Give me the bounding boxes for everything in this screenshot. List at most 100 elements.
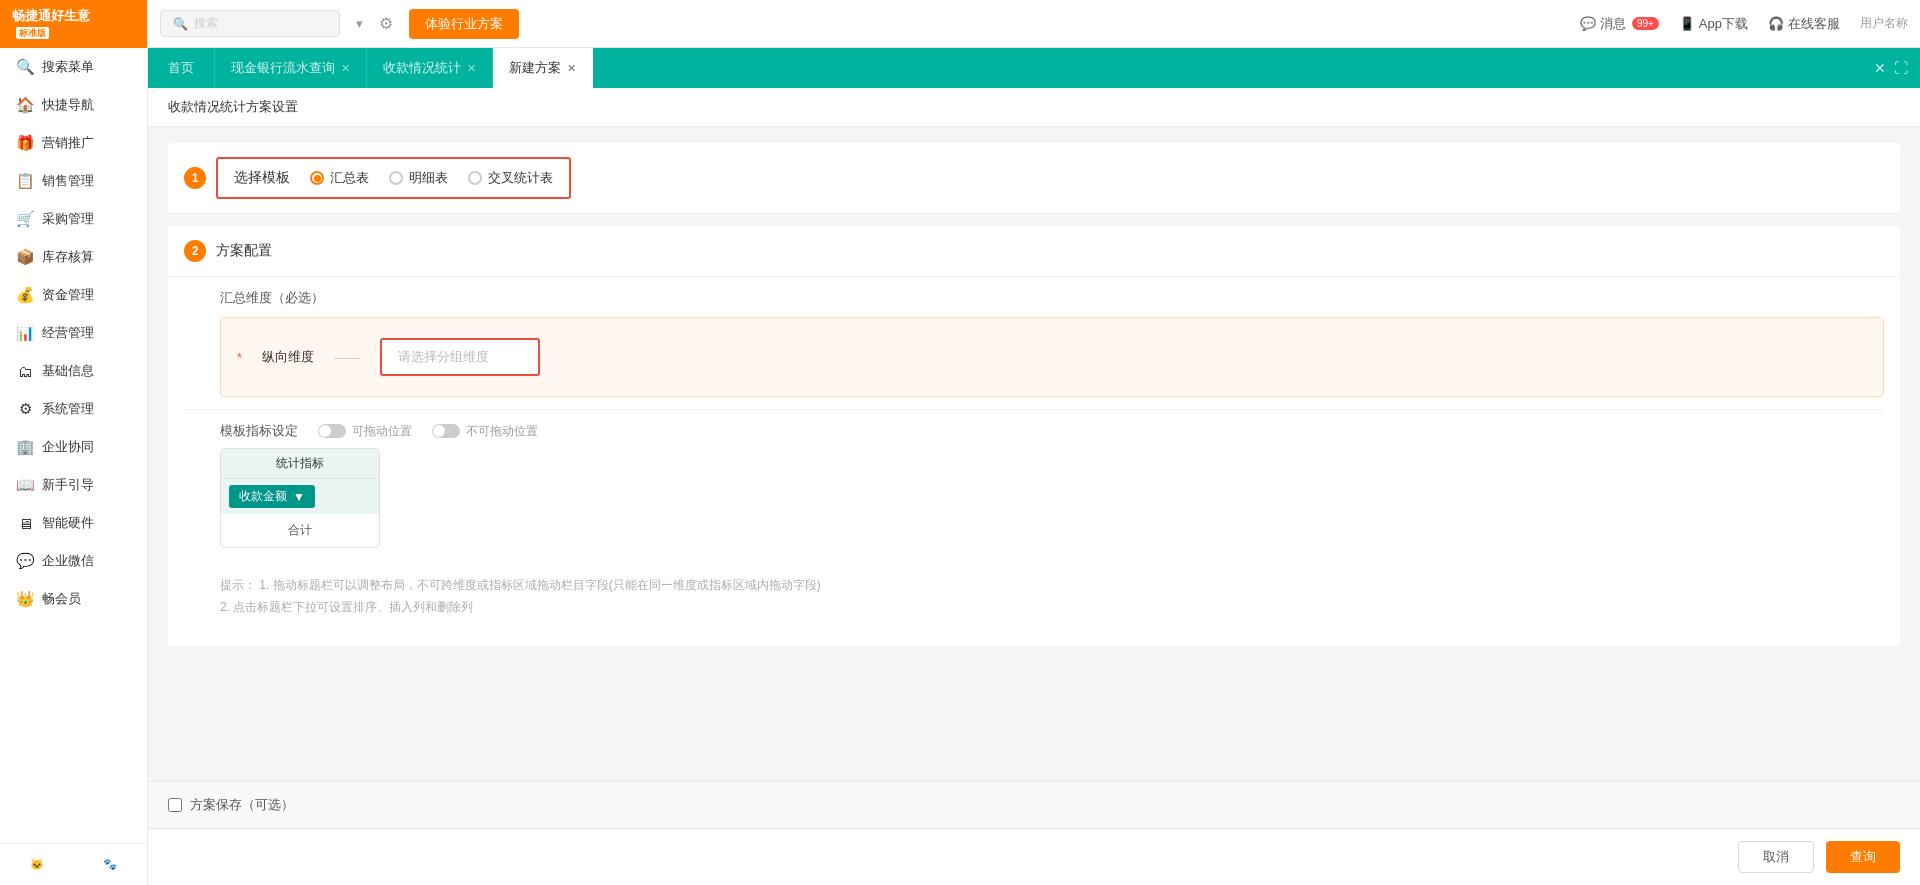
tab-new-plan-close[interactable]: ✕ [567, 62, 576, 75]
dimension-required-mark: * [237, 350, 242, 365]
logo-text: 畅捷通好生意 [12, 8, 90, 24]
tab-bank-flow[interactable]: 现金银行流水查询 ✕ [215, 48, 367, 88]
tab-collection-stats-label: 收款情况统计 [383, 59, 461, 77]
dimension-area: 汇总维度（必选） * 纵向维度 请选择分组维度 [168, 277, 1900, 409]
step1-header: 1 选择模板 汇总表 明细表 [168, 143, 1900, 214]
toggle2[interactable] [432, 424, 460, 438]
sidebar-item-purchase[interactable]: 🛒 采购管理 [0, 200, 147, 238]
tab-bar: 首页 现金银行流水查询 ✕ 收款情况统计 ✕ 新建方案 ✕ ✕ ⛶ [148, 48, 1920, 88]
toggle1-text: 可拖动位置 [352, 423, 412, 440]
stats-tag[interactable]: 收款金额 ▼ [229, 485, 315, 508]
user-label: 用户名称 [1860, 15, 1908, 32]
enterprise-icon: 🏢 [16, 438, 34, 456]
step1-title: 选择模板 [234, 169, 290, 187]
cancel-button[interactable]: 取消 [1738, 841, 1814, 873]
sidebar-item-system[interactable]: ⚙ 系统管理 [0, 390, 147, 428]
service-item[interactable]: 🎧 在线客服 [1768, 15, 1840, 33]
marketing-icon: 🎁 [16, 134, 34, 152]
radio-cross-label: 交叉统计表 [488, 169, 553, 187]
sidebar-item-label: 资金管理 [42, 286, 94, 304]
quick-nav-icon: 🏠 [16, 96, 34, 114]
radio-summary[interactable]: 汇总表 [310, 169, 369, 187]
finance-icon: 💰 [16, 286, 34, 304]
sidebar-item-sales[interactable]: 📋 销售管理 [0, 162, 147, 200]
msg-item[interactable]: 💬 消息 99+ [1580, 15, 1659, 33]
app-download-item[interactable]: 📱 App下载 [1679, 15, 1748, 33]
topbar-arrow[interactable]: ▾ [356, 16, 363, 31]
sidebar-item-quick-nav[interactable]: 🏠 快捷导航 [0, 86, 147, 124]
tab-new-plan[interactable]: 新建方案 ✕ [493, 48, 593, 88]
sidebar-item-label: 销售管理 [42, 172, 94, 190]
sidebar-item-label: 经营管理 [42, 324, 94, 342]
sidebar-item-finance[interactable]: 💰 资金管理 [0, 276, 147, 314]
sidebar-item-operation[interactable]: 📊 经营管理 [0, 314, 147, 352]
sidebar-logo: 畅捷通好生意 标准版 [0, 0, 147, 48]
app-icon: 📱 [1679, 16, 1695, 31]
save-checkbox[interactable] [168, 798, 182, 812]
sidebar-bottom: 🐱 🐾 [0, 843, 147, 885]
step2-num: 2 [184, 240, 206, 262]
sidebar-item-label: 企业微信 [42, 552, 94, 570]
tab-collection-stats-close[interactable]: ✕ [467, 62, 476, 75]
tab-window-btns: ✕ ⛶ [1862, 60, 1920, 76]
radio-cross[interactable]: 交叉统计表 [468, 169, 553, 187]
toggle2-label: 不可拖动位置 [432, 423, 538, 440]
sidebar-item-label: 搜索菜单 [42, 58, 94, 76]
sidebar-item-search-menu[interactable]: 🔍 搜索菜单 [0, 48, 147, 86]
sidebar: 畅捷通好生意 标准版 🔍 搜索菜单 🏠 快捷导航 🎁 营销推广 📋 销售管理 🛒… [0, 0, 148, 885]
sidebar-item-label: 新手引导 [42, 476, 94, 494]
close-window-btn[interactable]: ✕ [1874, 60, 1886, 76]
sidebar-item-inventory[interactable]: 📦 库存核算 [0, 238, 147, 276]
sidebar-item-label: 库存核算 [42, 248, 94, 266]
page-footer: 方案保存（可选） [148, 781, 1920, 828]
sidebar-item-label: 系统管理 [42, 400, 94, 418]
msg-icon: 💬 [1580, 16, 1596, 31]
dimension-input[interactable]: 请选择分组维度 [380, 338, 540, 376]
toggle1[interactable] [318, 424, 346, 438]
dimension-selector: * 纵向维度 请选择分组维度 [220, 317, 1884, 397]
query-button[interactable]: 查询 [1826, 841, 1900, 873]
radio-summary-label: 汇总表 [330, 169, 369, 187]
sidebar-item-guide[interactable]: 📖 新手引导 [0, 466, 147, 504]
sidebar-item-label: 企业协同 [42, 438, 94, 456]
page-header: 收款情况统计方案设置 [148, 88, 1920, 127]
tab-home[interactable]: 首页 [148, 48, 215, 88]
tab-bank-flow-close[interactable]: ✕ [341, 62, 350, 75]
stats-header: 统计指标 [221, 449, 379, 479]
sidebar-bottom-item1[interactable]: 🐱 [0, 852, 74, 877]
sidebar-item-label: 畅会员 [42, 590, 81, 608]
template-options-box: 选择模板 汇总表 明细表 交叉统计表 [216, 157, 571, 199]
logo-badge: 标准版 [16, 27, 49, 39]
sidebar-item-marketing[interactable]: 🎁 营销推广 [0, 124, 147, 162]
topbar: 🔍 搜索 ▾ ⚙ 体验行业方案 💬 消息 99+ 📱 App下载 🎧 在线客服 … [148, 0, 1920, 48]
sidebar-item-member[interactable]: 👑 畅会员 [0, 580, 147, 618]
stats-tag-row: 收款金额 ▼ [221, 479, 379, 514]
sidebar-item-enterprise[interactable]: 🏢 企业协同 [0, 428, 147, 466]
topbar-search[interactable]: 🔍 搜索 [160, 10, 340, 37]
topbar-right: 💬 消息 99+ 📱 App下载 🎧 在线客服 用户名称 [1580, 15, 1908, 33]
metrics-title: 模板指标设定 [220, 422, 298, 440]
dimension-arrow [334, 350, 360, 365]
sidebar-item-label: 采购管理 [42, 210, 94, 228]
dimension-row-label: 纵向维度 [262, 348, 314, 366]
tab-collection-stats[interactable]: 收款情况统计 ✕ [367, 48, 493, 88]
radio-detail[interactable]: 明细表 [389, 169, 448, 187]
sidebar-item-hardware[interactable]: 🖥 智能硬件 [0, 504, 147, 542]
topbar-gear-icon[interactable]: ⚙ [379, 14, 393, 33]
service-icon: 🎧 [1768, 16, 1784, 31]
industry-btn[interactable]: 体验行业方案 [409, 9, 519, 39]
sidebar-item-basic-info[interactable]: 🗂 基础信息 [0, 352, 147, 390]
save-label: 方案保存（可选） [190, 796, 294, 814]
search-text: 搜索 [194, 15, 218, 32]
tip1: 提示： 1. 拖动标题栏可以调整布局，不可跨维度或指标区域拖动栏目字段(只能在同… [220, 575, 1884, 597]
sidebar-bottom-item2[interactable]: 🐾 [74, 852, 148, 877]
sidebar-item-label: 智能硬件 [42, 514, 94, 532]
operation-icon: 📊 [16, 324, 34, 342]
maximize-window-btn[interactable]: ⛶ [1894, 60, 1908, 76]
metrics-area: 模板指标设定 可拖动位置 不可拖动位置 统计指标 [168, 410, 1900, 563]
stats-row: 合计 [221, 514, 379, 547]
sidebar-item-label: 快捷导航 [42, 96, 94, 114]
stats-tag-label: 收款金额 [239, 488, 287, 505]
purchase-icon: 🛒 [16, 210, 34, 228]
sidebar-item-weixin[interactable]: 💬 企业微信 [0, 542, 147, 580]
